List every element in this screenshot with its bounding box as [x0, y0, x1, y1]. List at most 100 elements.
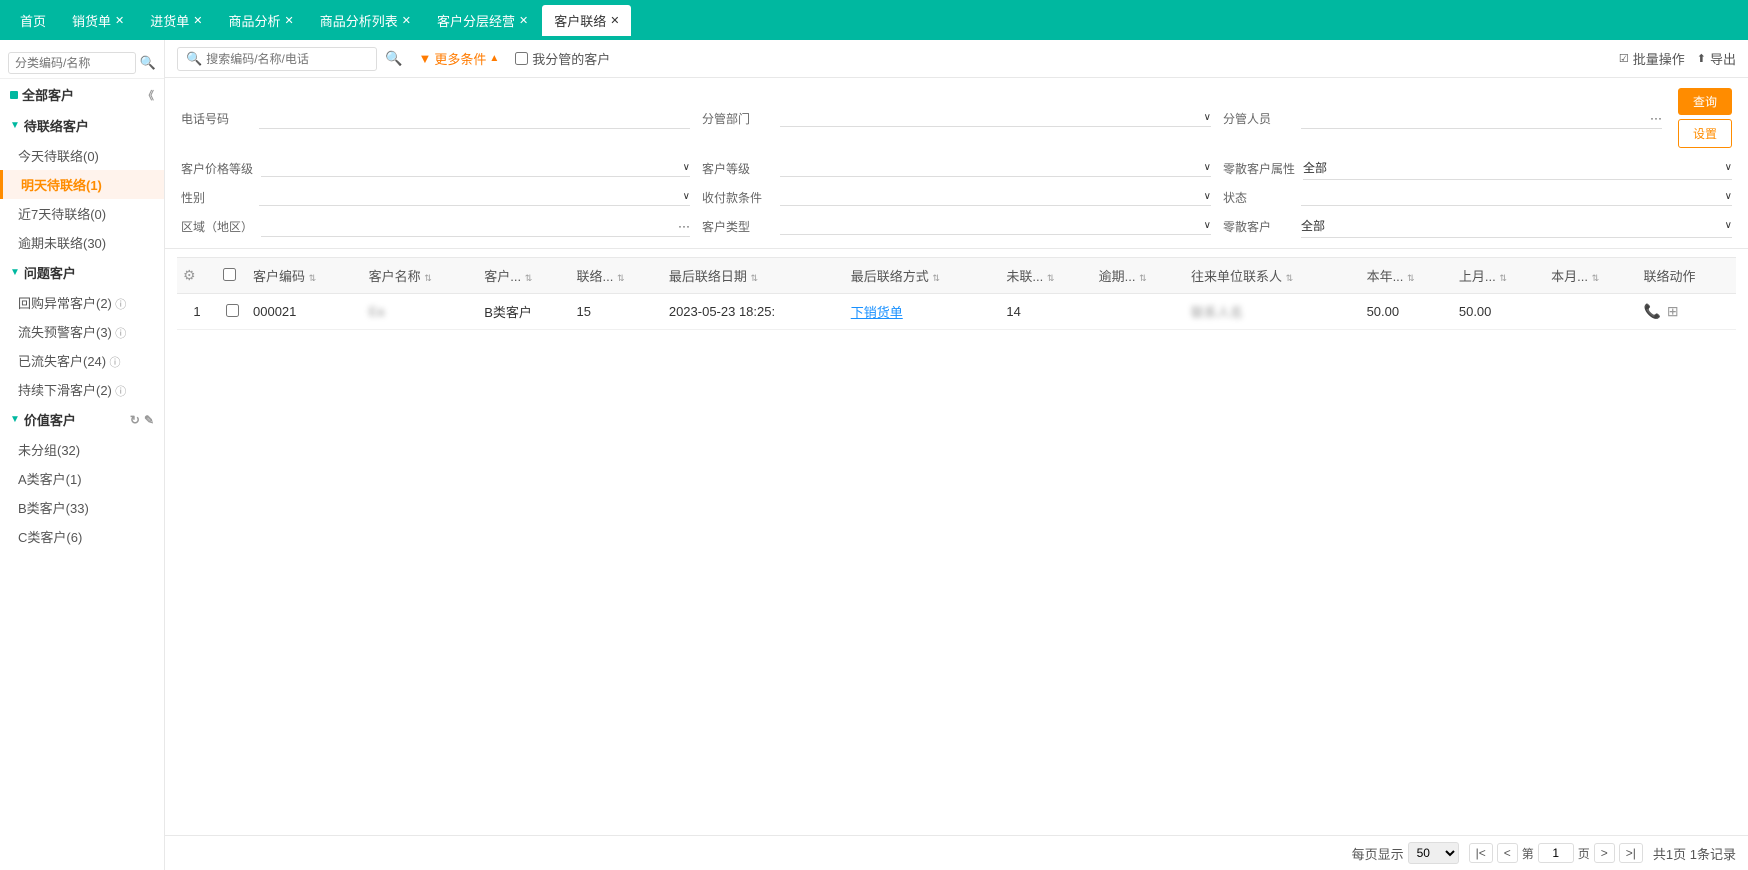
more-filter-btn[interactable]: ▼ 更多条件 ▲ — [410, 46, 507, 71]
first-page-btn[interactable]: |< — [1469, 843, 1493, 863]
sidebar-group-problem[interactable]: ▼ 问题客户 — [0, 257, 164, 288]
sidebar-item-tomorrow-pending[interactable]: 明天待联络(1) — [0, 170, 164, 199]
th-customer-type[interactable]: 客户... ⇅ — [478, 258, 570, 294]
my-customers-checkbox[interactable] — [515, 52, 528, 65]
last-page-btn[interactable]: >| — [1619, 843, 1643, 863]
manager-select[interactable]: ··· — [1301, 108, 1662, 129]
sidebar-item-class-a[interactable]: A类客户(1) — [0, 464, 164, 493]
action-grid-icon[interactable]: ⊞ — [1667, 303, 1679, 320]
filter-manager: 分管人员 ··· 查询 设置 — [1223, 88, 1732, 148]
action-phone-icon[interactable]: 📞 — [1643, 303, 1660, 320]
nav-sales-order[interactable]: 销货单 ✕ — [60, 5, 136, 36]
price-level-select[interactable]: ∨ — [261, 159, 690, 177]
next-page-btn[interactable]: > — [1594, 843, 1615, 863]
pagination-bar: 每页显示 50 100 200 |< < 第 页 > >| 共1页 1条记录 — [165, 835, 1748, 870]
sidebar-collapse-icon[interactable]: 《 — [143, 87, 154, 103]
sidebar-item-today-pending[interactable]: 今天待联络(0) — [0, 141, 164, 170]
retail-customer-select[interactable]: 全部 ∨ — [1301, 214, 1732, 238]
sidebar-item-churned[interactable]: 已流失客户(24) ⓘ — [0, 346, 164, 375]
th-last-month[interactable]: 上月... ⇅ — [1453, 258, 1545, 294]
nav-close-product-analysis-list[interactable]: ✕ — [402, 14, 411, 27]
nav-close-customer-contact[interactable]: ✕ — [610, 14, 619, 27]
info-icon-churn[interactable]: ⓘ — [115, 328, 126, 340]
search-input[interactable] — [206, 52, 368, 66]
sidebar-item-class-c[interactable]: C类客户(6) — [0, 522, 164, 551]
th-check[interactable] — [217, 258, 247, 294]
payment-select[interactable]: ∨ — [780, 188, 1211, 206]
manager-dots-icon[interactable]: ··· — [1650, 111, 1662, 125]
last-method-link[interactable]: 下销货单 — [851, 305, 903, 320]
th-this-year[interactable]: 本年... ⇅ — [1361, 258, 1453, 294]
sidebar-item-churn-warning[interactable]: 流失预警客户(3) ⓘ — [0, 317, 164, 346]
sidebar-all-customers[interactable]: 全部客户 《 — [0, 79, 164, 110]
sidebar-item-declining[interactable]: 持续下滑客户(2) ⓘ — [0, 375, 164, 404]
sidebar-group-value[interactable]: ▼ 价值客户 ↻ ✎ — [0, 404, 164, 435]
search-icon: 🔍 — [186, 51, 202, 67]
th-name[interactable]: 客户名称 ⇅ — [363, 258, 479, 294]
batch-op-btn[interactable]: ☑ 批量操作 — [1619, 49, 1685, 68]
nav-close-customer-tier[interactable]: ✕ — [519, 14, 528, 27]
sidebar-item-overdue-contact[interactable]: 逾期未联络(30) — [0, 228, 164, 257]
th-no-contact[interactable]: 未联... ⇅ — [1000, 258, 1092, 294]
cell-check[interactable] — [217, 294, 247, 330]
page-size-select[interactable]: 50 100 200 — [1408, 842, 1459, 864]
my-customers-filter[interactable]: 我分管的客户 — [515, 49, 610, 68]
table-settings-icon[interactable]: ⚙ — [183, 267, 196, 283]
sidebar-item-repurchase-anomaly[interactable]: 回购异常客户(2) ⓘ — [0, 288, 164, 317]
query-btn[interactable]: 查询 — [1678, 88, 1732, 115]
nav-product-analysis-list[interactable]: 商品分析列表 ✕ — [308, 5, 423, 36]
customer-type-select[interactable]: ∨ — [780, 217, 1211, 235]
th-code[interactable]: 客户编码 ⇅ — [247, 258, 363, 294]
sidebar-item-class-b[interactable]: B类客户(33) — [0, 493, 164, 522]
nav-customer-tier[interactable]: 客户分层经营 ✕ — [425, 5, 540, 36]
area-dots-icon[interactable]: ··· — [678, 219, 690, 233]
prev-page-btn[interactable]: < — [1497, 843, 1518, 863]
settings-btn[interactable]: 设置 — [1678, 119, 1732, 148]
nav-purchase-order[interactable]: 进货单 ✕ — [138, 5, 214, 36]
th-this-month[interactable]: 本月... ⇅ — [1545, 258, 1637, 294]
nav-close-purchase-order[interactable]: ✕ — [193, 14, 202, 27]
sidebar-dot-icon — [10, 91, 18, 99]
dept-select[interactable]: ∨ — [780, 109, 1211, 127]
sidebar-item-7days-pending[interactable]: 近7天待联络(0) — [0, 199, 164, 228]
nav-customer-contact[interactable]: 客户联络 ✕ — [542, 5, 631, 36]
table-area: ⚙ 客户编码 ⇅ 客户名称 ⇅ — [165, 249, 1748, 835]
area-select[interactable]: ··· — [261, 216, 690, 237]
info-icon-churned[interactable]: ⓘ — [109, 357, 120, 369]
th-settings[interactable]: ⚙ — [177, 258, 217, 294]
info-icon-repurchase[interactable]: ⓘ — [115, 299, 126, 311]
search-btn[interactable]: 🔍 — [385, 50, 402, 67]
sidebar-search-icon[interactable]: 🔍 — [140, 55, 156, 71]
page-of-label: 页 — [1578, 845, 1590, 862]
export-btn[interactable]: ⬆ 导出 — [1697, 49, 1736, 68]
row-checkbox[interactable] — [226, 304, 239, 317]
nav-close-product-analysis[interactable]: ✕ — [285, 14, 294, 27]
info-icon-declining[interactable]: ⓘ — [115, 386, 126, 398]
retail-attr-select[interactable]: 全部 ∨ — [1303, 156, 1732, 180]
th-method-sort-icon: ⇅ — [932, 273, 940, 283]
value-refresh-icon[interactable]: ↻ — [130, 413, 140, 427]
status-select[interactable]: ∨ — [1301, 188, 1732, 206]
th-contact[interactable]: 联络... ⇅ — [571, 258, 663, 294]
page-input[interactable] — [1538, 843, 1574, 863]
th-contacts[interactable]: 往来单位联系人 ⇅ — [1185, 258, 1361, 294]
sidebar-group-pending[interactable]: ▼ 待联络客户 — [0, 110, 164, 141]
cell-this-month — [1545, 294, 1637, 330]
value-edit-icon[interactable]: ✎ — [144, 413, 154, 427]
cell-this-year: 50.00 — [1361, 294, 1453, 330]
customer-level-arrow-icon: ∨ — [1204, 162, 1211, 173]
select-all-checkbox[interactable] — [223, 268, 236, 281]
gender-select[interactable]: ∨ — [259, 188, 690, 206]
th-overdue[interactable]: 逾期... ⇅ — [1093, 258, 1185, 294]
th-last-contact-method[interactable]: 最后联络方式 ⇅ — [845, 258, 1001, 294]
phone-input[interactable] — [259, 108, 690, 129]
sidebar-search-input[interactable] — [8, 52, 136, 74]
customer-level-select[interactable]: ∨ — [780, 159, 1211, 177]
nav-close-sales-order[interactable]: ✕ — [115, 14, 124, 27]
nav-home[interactable]: 首页 — [8, 5, 58, 36]
sidebar-item-unclassified[interactable]: 未分组(32) — [0, 435, 164, 464]
th-contacts-sort-icon: ⇅ — [1286, 273, 1294, 283]
th-last-contact-date[interactable]: 最后联络日期 ⇅ — [663, 258, 845, 294]
retail-attr-arrow-icon: ∨ — [1725, 162, 1732, 173]
nav-product-analysis[interactable]: 商品分析 ✕ — [216, 5, 305, 36]
